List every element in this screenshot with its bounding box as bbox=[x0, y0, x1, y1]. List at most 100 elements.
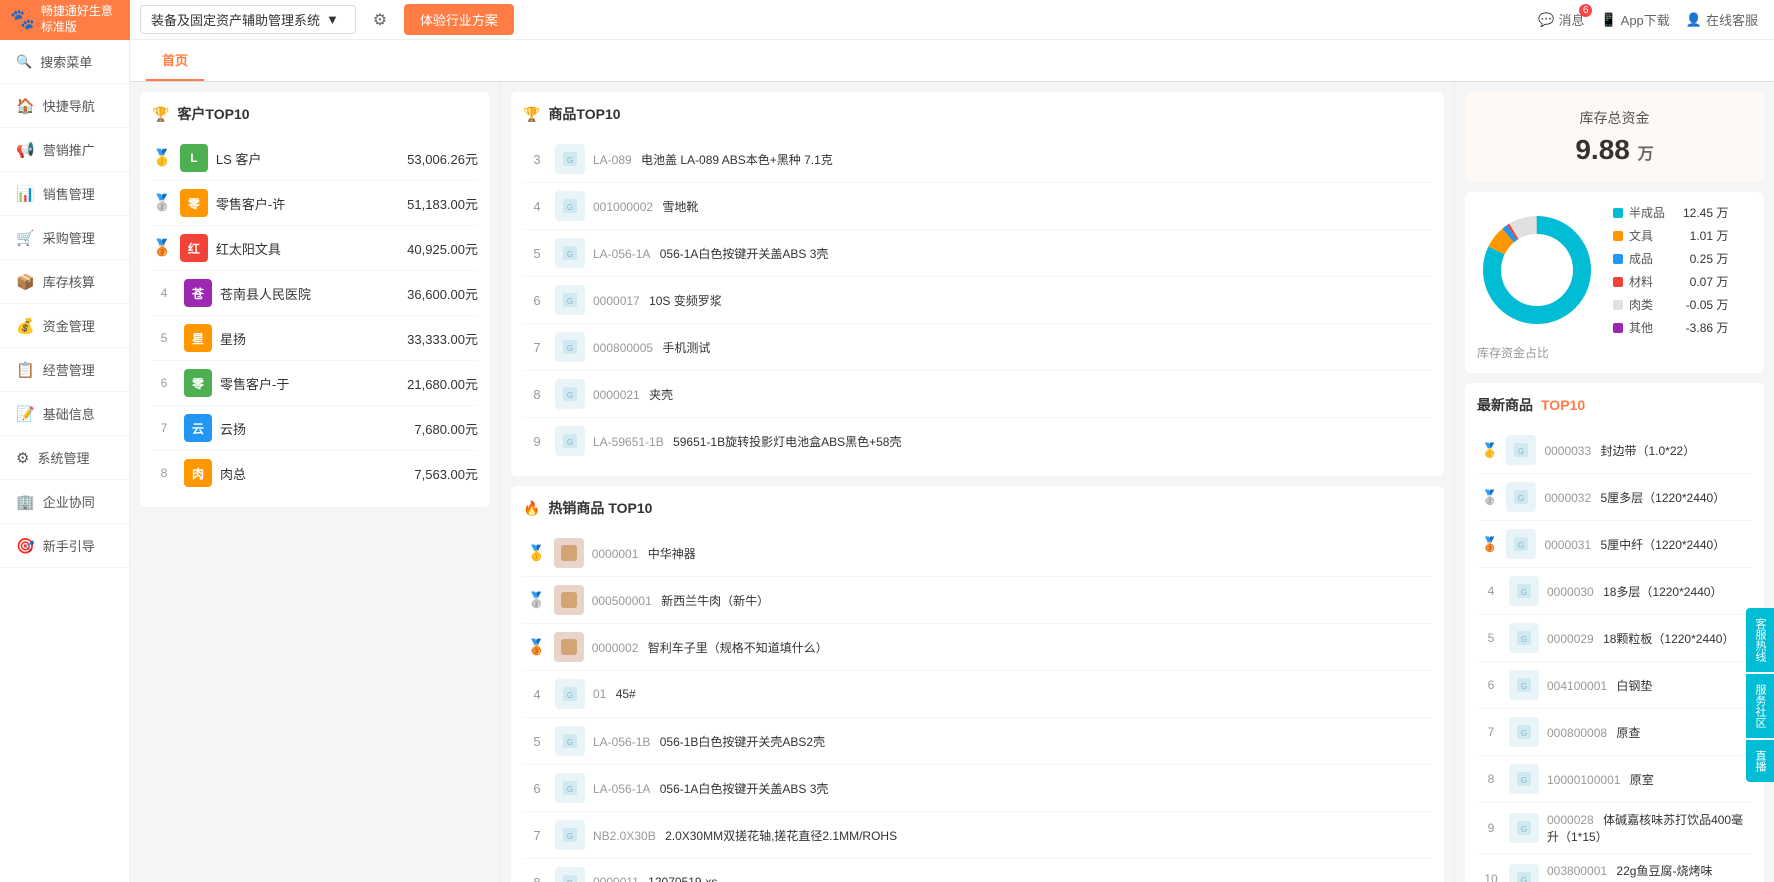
rank-num: 8 bbox=[527, 387, 547, 402]
sidebar-label: 采购管理 bbox=[43, 228, 95, 247]
sidebar-item-销售管理[interactable]: 📊销售管理 bbox=[0, 172, 129, 216]
sidebar-item-经营管理[interactable]: 📋经营管理 bbox=[0, 348, 129, 392]
product-name: 新西兰牛肉（新牛） bbox=[661, 594, 769, 608]
product-hot-item: 6 G 0000017 10S 变频罗浆 bbox=[523, 277, 1432, 324]
svg-text:G: G bbox=[1521, 588, 1527, 597]
sidebar-item-快捷导航[interactable]: 🏠快捷导航 bbox=[0, 84, 129, 128]
product-hot-item: 3 G LA-089 电池盖 LA-089 ABS本色+黑种 7.1克 bbox=[523, 136, 1432, 183]
sidebar-icon: 🛒 bbox=[16, 229, 35, 247]
medal-icon: 🥇 bbox=[1481, 442, 1498, 459]
latest-product-item: 🥉 G 0000031 5厘中纤（1220*2440） bbox=[1477, 521, 1752, 568]
product-code: 0000033 bbox=[1544, 444, 1591, 458]
service-community[interactable]: 服务社区 bbox=[1746, 674, 1774, 738]
sidebar-icon: 🏢 bbox=[16, 493, 35, 511]
legend-color bbox=[1613, 231, 1623, 241]
sidebar-item-营销推广[interactable]: 📢营销推广 bbox=[0, 128, 129, 172]
legend-item: 半成品 12.45 万 bbox=[1613, 204, 1728, 221]
sidebar-item-采购管理[interactable]: 🛒 采购管理 bbox=[0, 216, 129, 260]
medal-icon: 🥉 bbox=[152, 238, 172, 258]
system-select[interactable]: 装备及固定资产辅助管理系统 ▼ bbox=[140, 5, 356, 34]
product-info: 10000100001 原室 bbox=[1547, 771, 1748, 788]
product-info: 000500001 新西兰牛肉（新牛） bbox=[592, 592, 1428, 609]
product-info: 000800005 手机测试 bbox=[593, 339, 1428, 356]
sidebar-label: 销售管理 bbox=[43, 184, 95, 203]
product-hot-card: 🏆 商品TOP10 3 G LA-089 电池盖 LA-089 ABS本色+黑种… bbox=[511, 92, 1444, 476]
product-code: 0000017 bbox=[593, 294, 640, 308]
customer-avatar: 星 bbox=[184, 324, 212, 352]
product-name: 10S 变频罗浆 bbox=[649, 294, 722, 308]
service-icon: 👤 bbox=[1686, 12, 1702, 28]
product-name: 056-1B白色按键开关壳ABS2壳 bbox=[660, 735, 825, 749]
tab-home[interactable]: 首页 bbox=[146, 40, 204, 81]
legend-name: 半成品 bbox=[1629, 204, 1669, 221]
sidebar-item-新手引导[interactable]: 🎯新手引导 bbox=[0, 524, 129, 568]
sidebar-icon: 📝 bbox=[16, 405, 35, 423]
medal-icon: 🥉 bbox=[1481, 536, 1498, 553]
product-thumbnail: G bbox=[555, 332, 585, 362]
product-sales-item: 🥉 0000002 智利车子里（规格不知道填什么） bbox=[523, 624, 1432, 671]
live-stream[interactable]: 直播 bbox=[1746, 740, 1774, 782]
product-name: 59651-1B旋转投影灯电池盒ABS黑色+58壳 bbox=[673, 435, 901, 449]
gear-button[interactable]: ⚙ bbox=[366, 6, 394, 34]
sidebar-icon: 💰 bbox=[16, 317, 35, 335]
legend-color bbox=[1613, 208, 1623, 218]
product-thumbnail: G bbox=[1509, 764, 1539, 794]
sidebar-search[interactable]: 🔍 搜索菜单 bbox=[0, 40, 129, 84]
product-code: 003800001 bbox=[1547, 864, 1607, 878]
product-thumbnail: G bbox=[555, 679, 585, 709]
product-sales-item: 🥇 0000001 中华神器 bbox=[523, 530, 1432, 577]
sidebar-item-企业协同[interactable]: 🏢企业协同 bbox=[0, 480, 129, 524]
medal-icon: 🥈 bbox=[527, 591, 546, 609]
app-download-button[interactable]: 📱 App下载 bbox=[1600, 10, 1669, 29]
sidebar-item-基础信息[interactable]: 📝基础信息 bbox=[0, 392, 129, 436]
rank-num: 7 bbox=[527, 340, 547, 355]
product-info: LA-089 电池盖 LA-089 ABS本色+黑种 7.1克 bbox=[593, 151, 1428, 168]
product-info: 0000032 5厘多层（1220*2440） bbox=[1544, 489, 1748, 506]
product-info: 0000028 体碱嘉核味苏打饮品400毫升（1*15） bbox=[1547, 811, 1748, 845]
rank-num: 3 bbox=[527, 152, 547, 167]
product-hot-item: 5 G LA-056-1A 056-1A白色按键开关盖ABS 3壳 bbox=[523, 230, 1432, 277]
svg-text:G: G bbox=[1521, 729, 1527, 738]
legend-name: 成品 bbox=[1629, 250, 1669, 267]
message-button[interactable]: 💬 消息 6 bbox=[1538, 10, 1584, 29]
sidebar-item-系统管理[interactable]: ⚙系统管理 bbox=[0, 436, 129, 480]
product-code: 004100001 bbox=[1547, 679, 1607, 693]
product-name: 18颗粒板（1220*2440） bbox=[1603, 632, 1734, 646]
phone-icon: 📱 bbox=[1600, 12, 1616, 28]
rank-num: 6 bbox=[1481, 678, 1501, 692]
rank-num: 8 bbox=[1481, 772, 1501, 786]
product-info: LA-056-1A 056-1A白色按键开关盖ABS 3壳 bbox=[593, 780, 1428, 797]
latest-products-card: 最新商品 TOP10 🥇 G 0000033 封边带（1.0*22） 🥈 G 0… bbox=[1465, 383, 1764, 882]
product-info: 000800008 原查 bbox=[1547, 724, 1748, 741]
inventory-unit: 万 bbox=[1638, 146, 1654, 163]
sidebar-item-资金管理[interactable]: 💰资金管理 bbox=[0, 304, 129, 348]
product-info: 0000021 夹壳 bbox=[593, 386, 1428, 403]
trophy-icon: 🏆 bbox=[152, 106, 169, 123]
customer-avatar: 红 bbox=[180, 234, 208, 262]
rank-num: 4 bbox=[152, 286, 176, 300]
online-service-button[interactable]: 👤 在线客服 bbox=[1686, 10, 1758, 29]
product-thumbnail: G bbox=[555, 285, 585, 315]
product-hot-item: 4 G 001000002 雪地靴 bbox=[523, 183, 1432, 230]
trial-button[interactable]: 体验行业方案 bbox=[404, 4, 514, 35]
product-thumbnail: G bbox=[1509, 813, 1539, 843]
rank-num: 7 bbox=[1481, 725, 1501, 739]
product-info: 0000031 5厘中纤（1220*2440） bbox=[1544, 536, 1748, 553]
product-thumbnail: G bbox=[1509, 576, 1539, 606]
rank-num: 5 bbox=[1481, 631, 1501, 645]
product-code: 0000031 bbox=[1544, 538, 1591, 552]
product-name: 056-1A白色按键开关盖ABS 3壳 bbox=[660, 247, 829, 261]
product-code: 000800005 bbox=[593, 341, 653, 355]
inventory-label: 库存总资金 bbox=[1481, 108, 1748, 128]
product-code: LA-056-1B bbox=[593, 735, 650, 749]
medal-icon: 🥇 bbox=[527, 544, 546, 562]
latest-product-item: 8 G 10000100001 原室 bbox=[1477, 756, 1752, 803]
product-code: 0000021 bbox=[593, 388, 640, 402]
product-name: 封边带（1.0*22） bbox=[1601, 444, 1696, 458]
customer-rank-item: 4 苍 苍南县人民医院 36,600.00元 bbox=[152, 271, 478, 316]
customer-service-hotline[interactable]: 客服热线 bbox=[1746, 608, 1774, 672]
legend-value: -3.86 万 bbox=[1678, 319, 1729, 336]
customer-rank-item: 5 星 星扬 33,333.00元 bbox=[152, 316, 478, 361]
main: 首页 🏆 客户TOP10 🥇 L LS 客户 53,006.26元 🥈 零 零售… bbox=[130, 40, 1774, 882]
sidebar-item-库存核算[interactable]: 📦库存核算 bbox=[0, 260, 129, 304]
